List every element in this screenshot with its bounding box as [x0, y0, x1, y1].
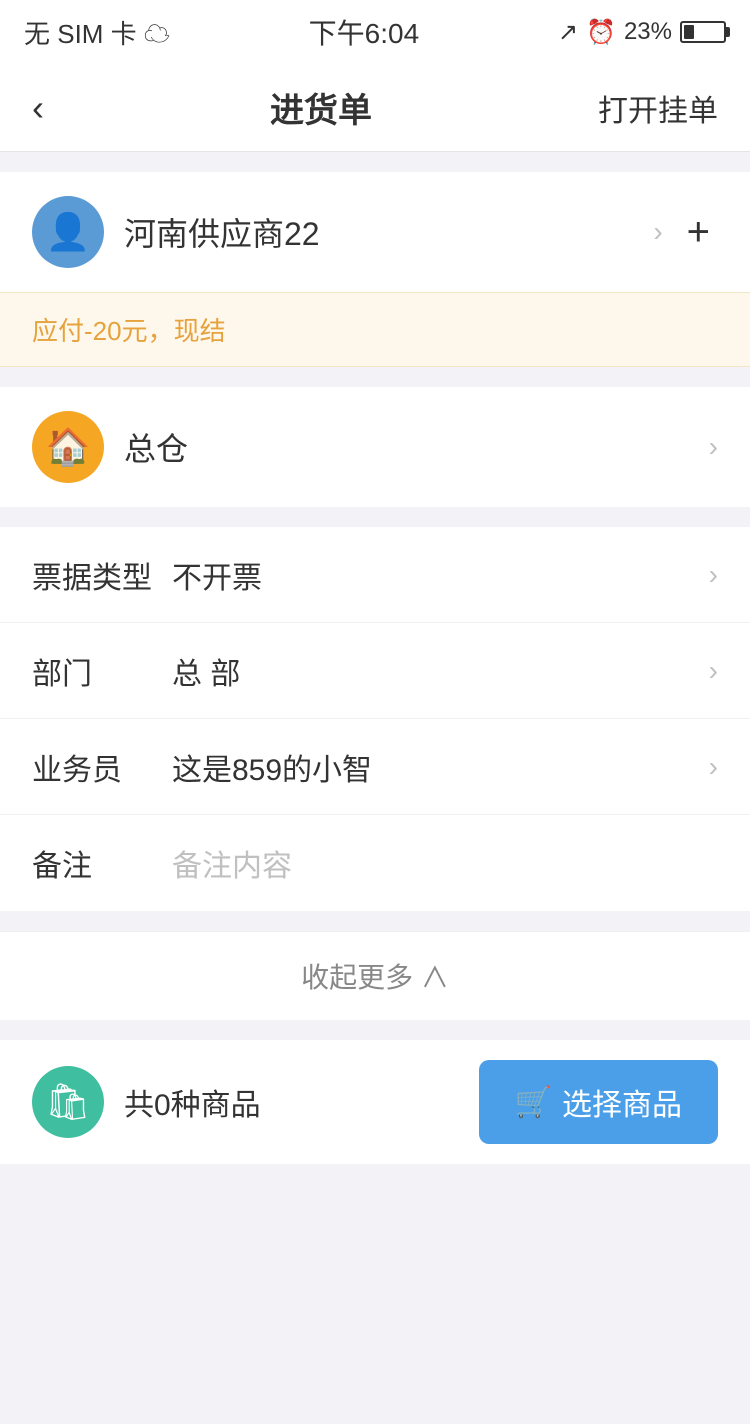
salesperson-arrow-icon: ›	[709, 751, 718, 783]
notice-text: 应付-20元，现结	[32, 316, 226, 346]
remark-label: 备注	[32, 841, 172, 885]
warehouse-icon: 🏠	[46, 426, 91, 468]
warehouse-name: 总仓	[124, 424, 709, 470]
top-divider	[0, 152, 750, 172]
nav-bar: ‹ 进货单 打开挂单	[0, 64, 750, 152]
status-alarm-icon: ⏰	[586, 18, 616, 47]
select-product-label: 选择商品	[562, 1080, 682, 1124]
supplier-arrow-icon: ›	[653, 216, 662, 248]
status-time: 下午6:04	[309, 12, 420, 52]
invoice-type-label: 票据类型	[32, 553, 172, 597]
select-product-button[interactable]: 🛒 选择商品	[479, 1060, 718, 1144]
remark-row[interactable]: 备注 备注内容	[0, 815, 750, 911]
notice-bar: 应付-20元，现结	[0, 292, 750, 367]
warehouse-icon-wrap: 🏠	[32, 411, 104, 483]
status-right: ↗ ⏰ 23%	[558, 18, 726, 47]
bottom-bar: 🛍 共0种商品 🛒 选择商品	[0, 1040, 750, 1164]
supplier-row[interactable]: 👤 河南供应商22 › +	[0, 172, 750, 292]
collapse-label: 收起更多 ∧	[301, 962, 449, 993]
salesperson-label: 业务员	[32, 745, 172, 789]
collapse-button[interactable]: 收起更多 ∧	[0, 931, 750, 1020]
department-label: 部门	[32, 649, 172, 693]
page-fill	[0, 1164, 750, 1424]
status-signal: 无 SIM 卡 ☁	[24, 14, 170, 51]
invoice-type-row[interactable]: 票据类型 不开票 ›	[0, 527, 750, 623]
salesperson-row[interactable]: 业务员 这是859的小智 ›	[0, 719, 750, 815]
invoice-type-value: 不开票	[172, 553, 709, 597]
select-product-cart-icon: 🛒	[515, 1085, 552, 1120]
warehouse-row[interactable]: 🏠 总仓 ›	[0, 387, 750, 507]
status-location-icon: ↗	[558, 18, 578, 47]
back-button[interactable]: ‹	[32, 87, 44, 129]
page-title: 进货单	[270, 83, 372, 132]
warehouse-arrow-icon: ›	[709, 431, 718, 463]
department-row[interactable]: 部门 总 部 ›	[0, 623, 750, 719]
product-cart-icon: 🛍	[45, 1081, 91, 1123]
product-count: 共0种商品	[124, 1080, 479, 1124]
product-icon-wrap: 🛍	[32, 1066, 104, 1138]
status-battery-text: 23%	[624, 18, 672, 46]
department-arrow-icon: ›	[709, 655, 718, 687]
department-value: 总 部	[172, 649, 709, 693]
form-section: 票据类型 不开票 › 部门 总 部 › 业务员 这是859的小智 › 备注 备注…	[0, 527, 750, 911]
add-supplier-button[interactable]: +	[679, 210, 718, 255]
salesperson-value: 这是859的小智	[172, 745, 709, 789]
avatar-person-icon: 👤	[46, 211, 91, 253]
supplier-name: 河南供应商22	[124, 209, 653, 255]
battery-icon	[680, 21, 726, 43]
supplier-avatar: 👤	[32, 196, 104, 268]
remark-placeholder: 备注内容	[172, 841, 718, 885]
open-pending-button[interactable]: 打开挂单	[598, 86, 718, 130]
status-bar: 无 SIM 卡 ☁ 下午6:04 ↗ ⏰ 23%	[0, 0, 750, 64]
invoice-type-arrow-icon: ›	[709, 559, 718, 591]
supplier-section: 👤 河南供应商22 › + 应付-20元，现结	[0, 172, 750, 367]
